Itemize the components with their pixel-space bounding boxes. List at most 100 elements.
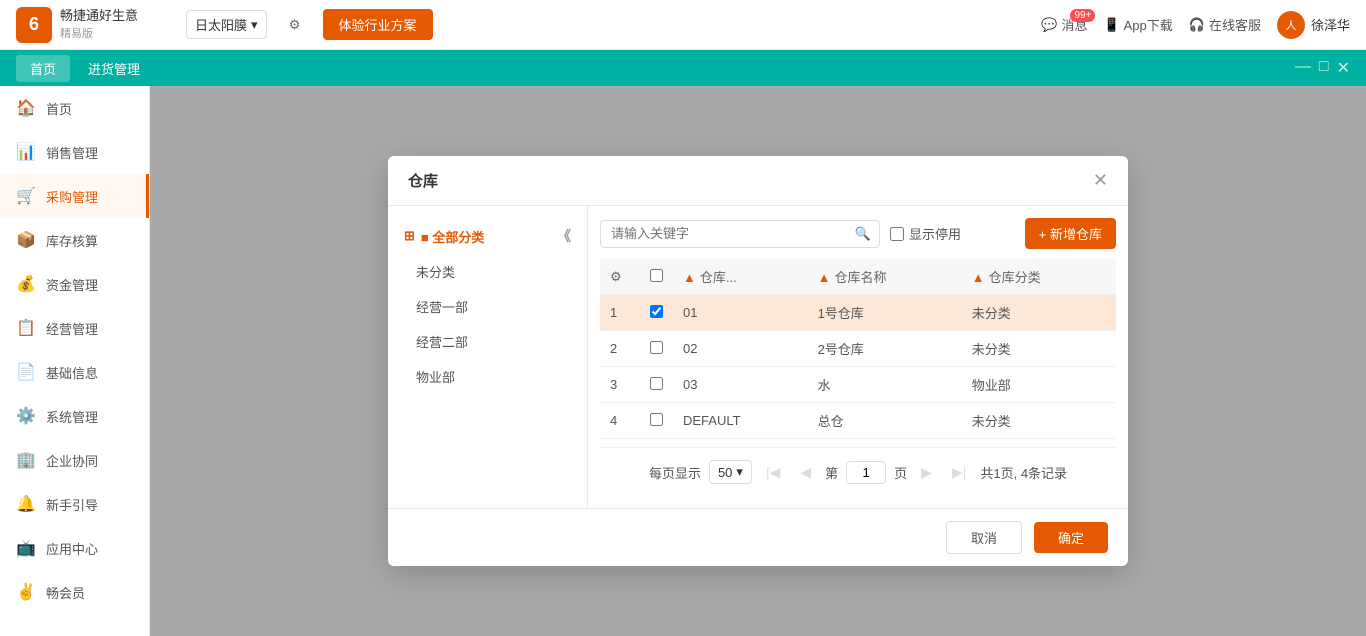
row-num: 2 bbox=[600, 331, 640, 367]
total-info: 共1页, 4条记录 bbox=[980, 463, 1067, 482]
per-page-label: 每页显示 bbox=[649, 463, 701, 482]
th-gear: ⚙ bbox=[600, 259, 640, 295]
notification-badge: 99+ bbox=[1070, 9, 1095, 22]
row-num: 3 bbox=[600, 367, 640, 403]
chevron-down-icon: ▾ bbox=[251, 17, 258, 33]
row-num: 4 bbox=[600, 403, 640, 439]
sidebar-item-purchase[interactable]: 🛒 采购管理 bbox=[0, 174, 149, 218]
operations-icon: 📋 bbox=[16, 318, 36, 338]
home-icon: 🏠 bbox=[16, 98, 36, 118]
member-icon: ✌️ bbox=[16, 582, 36, 602]
row-checkbox bbox=[640, 403, 673, 439]
all-categories-item[interactable]: ⊞ ■ 全部分类 《 bbox=[388, 218, 587, 254]
enterprise-icon: 🏢 bbox=[16, 450, 36, 470]
notifications-button[interactable]: 💬 消息 99+ bbox=[1041, 15, 1087, 34]
cancel-button[interactable]: 取消 bbox=[946, 521, 1022, 554]
sidebar-item-apps[interactable]: 📺 应用中心 bbox=[0, 526, 149, 570]
table-row[interactable]: 1 01 1号仓库 未分类 bbox=[600, 295, 1116, 331]
sidebar-item-inventory[interactable]: 📦 库存核算 bbox=[0, 218, 149, 262]
category-item-property[interactable]: 物业部 bbox=[388, 359, 587, 394]
row-select-checkbox[interactable] bbox=[650, 305, 663, 318]
inventory-icon: 📦 bbox=[16, 230, 36, 250]
collapse-icon[interactable]: 《 bbox=[557, 226, 571, 246]
sidebar-item-home[interactable]: 🏠 首页 bbox=[0, 86, 149, 130]
pagination: 每页显示 50 ▾ |◀ ◀ 第 页 ▶ ▶| 共1页, 4条记录 bbox=[600, 447, 1116, 496]
app-download-button[interactable]: 📱 App下载 bbox=[1103, 15, 1172, 34]
settings-button[interactable]: ⚙ bbox=[279, 9, 311, 41]
logo-sub: 精易版 bbox=[60, 25, 138, 41]
row-name: 水 bbox=[808, 367, 962, 403]
header-right: 💬 消息 99+ 📱 App下载 🎧 在线客服 人 徐泽华 bbox=[1041, 11, 1350, 39]
category-item-operations2[interactable]: 经营二部 bbox=[388, 324, 587, 359]
sidebar-item-system[interactable]: ⚙️ 系统管理 bbox=[0, 394, 149, 438]
last-page-button[interactable]: ▶| bbox=[946, 462, 972, 483]
row-name: 1号仓库 bbox=[808, 295, 962, 331]
row-code: 02 bbox=[673, 331, 808, 367]
dialog-title: 仓库 bbox=[408, 170, 438, 191]
close-window-icon[interactable]: ✕ bbox=[1337, 58, 1350, 78]
user-area[interactable]: 人 徐泽华 bbox=[1277, 11, 1350, 39]
sidebar-item-sales[interactable]: 📊 销售管理 bbox=[0, 130, 149, 174]
store-selector[interactable]: 日太阳膜 ▾ bbox=[186, 10, 267, 39]
purchase-icon: 🛒 bbox=[16, 186, 36, 206]
row-checkbox bbox=[640, 295, 673, 331]
row-select-checkbox[interactable] bbox=[650, 377, 663, 390]
sidebar-item-enterprise[interactable]: 🏢 企业协同 bbox=[0, 438, 149, 482]
table-row[interactable]: 3 03 水 物业部 bbox=[600, 367, 1116, 403]
sidebar-item-operations[interactable]: 📋 经营管理 bbox=[0, 306, 149, 350]
logo-area: 6 畅捷通好生意 精易版 bbox=[16, 7, 166, 43]
add-warehouse-button[interactable]: + 新增仓库 bbox=[1025, 218, 1116, 249]
row-name: 2号仓库 bbox=[808, 331, 962, 367]
row-category: 未分类 bbox=[962, 331, 1116, 367]
search-icon[interactable]: 🔍 bbox=[847, 221, 879, 247]
sidebar-item-basic[interactable]: 📄 基础信息 bbox=[0, 350, 149, 394]
row-code: DEFAULT bbox=[673, 403, 808, 439]
row-num: 1 bbox=[600, 295, 640, 331]
category-item-unclassified[interactable]: 未分类 bbox=[388, 254, 587, 289]
row-select-checkbox[interactable] bbox=[650, 341, 663, 354]
prev-page-button[interactable]: ◀ bbox=[794, 462, 817, 483]
basic-icon: 📄 bbox=[16, 362, 36, 382]
username: 徐泽华 bbox=[1311, 15, 1350, 34]
maximize-icon[interactable]: □ bbox=[1319, 58, 1329, 78]
row-category: 未分类 bbox=[962, 403, 1116, 439]
tab-purchase-management[interactable]: 进货管理 bbox=[74, 55, 154, 82]
row-checkbox bbox=[640, 367, 673, 403]
online-service-button[interactable]: 🎧 在线客服 bbox=[1189, 15, 1261, 34]
next-page-button[interactable]: ▶ bbox=[915, 462, 938, 483]
dialog-close-button[interactable]: ✕ bbox=[1093, 170, 1108, 191]
row-name: 总仓 bbox=[808, 403, 962, 439]
per-page-select[interactable]: 50 ▾ bbox=[709, 460, 752, 484]
sidebar-item-member[interactable]: ✌️ 畅会员 bbox=[0, 570, 149, 614]
select-all-checkbox[interactable] bbox=[650, 269, 663, 282]
trial-button[interactable]: 体验行业方案 bbox=[323, 9, 433, 40]
category-panel: ⊞ ■ 全部分类 《 未分类 经营一部 经营二部 物业部 bbox=[388, 206, 588, 508]
page-number-input[interactable] bbox=[846, 461, 886, 484]
guide-icon: 🔔 bbox=[16, 494, 36, 514]
apps-icon: 📺 bbox=[16, 538, 36, 558]
search-input[interactable] bbox=[601, 221, 847, 246]
sales-icon: 📊 bbox=[16, 142, 36, 162]
table-row[interactable]: 2 02 2号仓库 未分类 bbox=[600, 331, 1116, 367]
th-name: ▲仓库名称 bbox=[808, 259, 962, 295]
avatar: 人 bbox=[1277, 11, 1305, 39]
first-page-button[interactable]: |◀ bbox=[760, 462, 786, 483]
show-disabled-checkbox[interactable] bbox=[890, 227, 904, 241]
message-icon: 💬 bbox=[1041, 17, 1057, 33]
sub-header: 首页 进货管理 — □ ✕ bbox=[0, 50, 1366, 86]
table-row[interactable]: 4 DEFAULT 总仓 未分类 bbox=[600, 403, 1116, 439]
table-header-row: ⚙ ▲仓库... ▲仓库名称 ▲仓库分类 bbox=[600, 259, 1116, 295]
per-page-dropdown-icon: ▾ bbox=[736, 464, 743, 480]
minimize-icon[interactable]: — bbox=[1295, 58, 1311, 78]
confirm-button[interactable]: 确定 bbox=[1034, 522, 1108, 553]
show-disabled-label: 显示停用 bbox=[909, 224, 961, 243]
sidebar-item-finance[interactable]: 💰 资金管理 bbox=[0, 262, 149, 306]
logo-icon: 6 bbox=[16, 7, 52, 43]
window-controls: — □ ✕ bbox=[1295, 58, 1350, 78]
show-disabled-toggle: 显示停用 bbox=[890, 224, 961, 243]
category-item-operations1[interactable]: 经营一部 bbox=[388, 289, 587, 324]
row-category: 未分类 bbox=[962, 295, 1116, 331]
sidebar-item-guide[interactable]: 🔔 新手引导 bbox=[0, 482, 149, 526]
tab-home[interactable]: 首页 bbox=[16, 55, 70, 82]
row-select-checkbox[interactable] bbox=[650, 413, 663, 426]
